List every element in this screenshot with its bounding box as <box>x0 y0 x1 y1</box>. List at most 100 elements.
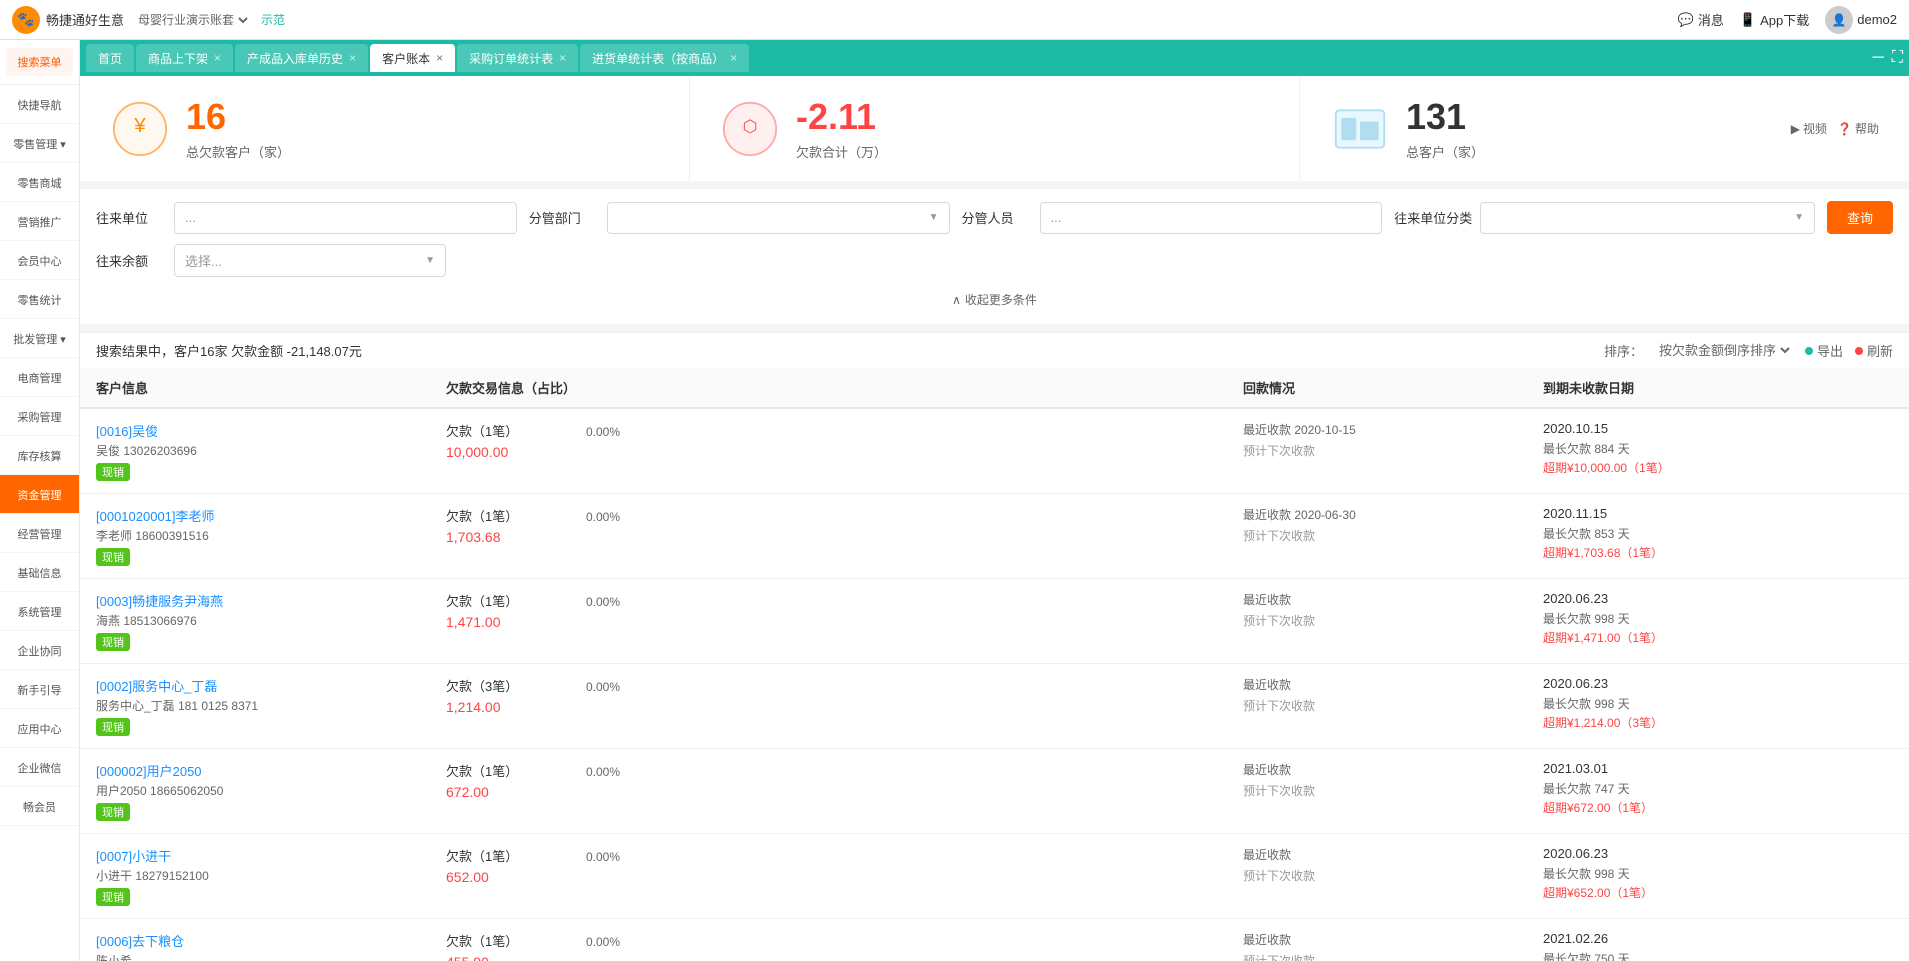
app-download-btn[interactable]: 📱 App下载 <box>1740 10 1809 29</box>
table-row: [0006]去下粮仓 陈小希 现销 欠款（1笔） 455.90 0.00% <box>80 919 1909 961</box>
customer-name[interactable]: [0002]服务中心_丁磊 <box>96 676 446 695</box>
customer-name[interactable]: [000002]用户2050 <box>96 761 446 780</box>
tab-goods-stats[interactable]: 进货单统计表（按商品） × <box>580 44 749 72</box>
overdue-link[interactable]: 超期¥1,214.00（3笔） <box>1543 714 1893 731</box>
filter-section: 往来单位 ... 分管部门 ▼ <box>80 189 1909 324</box>
logo-icon: 🐾 <box>12 6 40 34</box>
customer-name[interactable]: [0007]小进干 <box>96 846 446 865</box>
table-row: [0002]服务中心_丁磊 服务中心_丁磊 181 0125 8371 现销 欠… <box>80 664 1909 749</box>
customer-name[interactable]: [0001020001]李老师 <box>96 506 446 525</box>
table-header: 客户信息 欠款交易信息（占比） 回款情况 到期未收款日期 <box>80 368 1909 409</box>
debt-cell: 欠款（1笔） 652.00 0.00% <box>446 846 1243 885</box>
sidebar-item-wholesale[interactable]: 批发管理 ▾ <box>0 319 79 358</box>
customer-phone: 用户2050 18665062050 <box>96 782 446 799</box>
sidebar-item-finance[interactable]: 资金管理 <box>0 475 79 514</box>
tab-close-icon[interactable]: × <box>349 51 356 65</box>
tab-home[interactable]: 首页 <box>86 44 134 72</box>
filter-dept-select[interactable]: ▼ <box>607 202 950 234</box>
collapse-btn[interactable]: ∧ 收起更多条件 <box>96 287 1893 312</box>
stat-card-total-customers: 131 总客户（家） ▶ 视频 ❓ 帮助 <box>1300 76 1909 181</box>
user-avatar-btn[interactable]: 👤 demo2 <box>1825 6 1897 34</box>
customer-phone: 陈小希 <box>96 952 446 961</box>
stats-section: ¥ 16 总欠款客户（家） ⬡ <box>80 76 1909 181</box>
overdue-link[interactable]: 超期¥1,471.00（1笔） <box>1543 629 1893 646</box>
message-btn[interactable]: 💬 消息 <box>1678 10 1724 29</box>
filter-customer-input[interactable]: ... <box>174 202 517 234</box>
recovery-cell: 最近收款 2020-06-30 预计下次收款 <box>1243 506 1543 544</box>
sidebar-item-basic-info[interactable]: 基础信息 <box>0 553 79 592</box>
filter-category-label: 往来单位分类 <box>1394 208 1472 227</box>
video-btn[interactable]: ▶ 视频 <box>1791 120 1827 137</box>
search-menu-btn[interactable]: 搜索菜单 <box>6 48 73 76</box>
recovery-cell: 最近收款 2020-10-15 预计下次收款 <box>1243 421 1543 459</box>
sidebar-item-marketing[interactable]: 营销推广 <box>0 202 79 241</box>
filter-balance-select[interactable]: 选择... ▼ <box>174 244 446 277</box>
overdue-link[interactable]: 超期¥672.00（1笔） <box>1543 799 1893 816</box>
sidebar-item-purchase[interactable]: 采购管理 <box>0 397 79 436</box>
sidebar-item-guide[interactable]: 新手引导 <box>0 670 79 709</box>
customer-info-cell: [0016]吴俊 吴俊 13026203696 现销 <box>96 421 446 481</box>
debt-cell: 欠款（3笔） 1,214.00 0.00% <box>446 676 1243 715</box>
sort-label: 排序： <box>1604 341 1643 360</box>
col-customer-info: 客户信息 <box>96 378 446 397</box>
filter-person-input[interactable]: ... <box>1040 202 1383 234</box>
filter-person-label: 分管人员 <box>962 208 1032 227</box>
refresh-btn[interactable]: 刷新 <box>1855 341 1893 360</box>
tab-close-icon[interactable]: × <box>730 51 737 65</box>
sidebar-item-member[interactable]: 畅会员 <box>0 787 79 826</box>
tab-purchase-stats[interactable]: 采购订单统计表 × <box>457 44 578 72</box>
overdue-link[interactable]: 超期¥1,703.68（1笔） <box>1543 544 1893 561</box>
sort-select[interactable]: 按欠款金额倒序排序 <box>1655 342 1793 359</box>
video-icon: ▶ <box>1791 122 1800 136</box>
filter-row-1: 往来单位 ... 分管部门 ▼ <box>96 201 1893 234</box>
table-container: 客户信息 欠款交易信息（占比） 回款情况 到期未收款日期 [0016]吴俊 吴俊… <box>80 368 1909 961</box>
debt-cell: 欠款（1笔） 672.00 0.00% <box>446 761 1243 800</box>
sidebar-item-collab[interactable]: 企业协同 <box>0 631 79 670</box>
sidebar-item-retail-stats[interactable]: 零售统计 <box>0 280 79 319</box>
overdue-link[interactable]: 超期¥652.00（1笔） <box>1543 884 1893 901</box>
sidebar-item-ecommerce[interactable]: 电商管理 <box>0 358 79 397</box>
tab-customer-account[interactable]: 客户账本 × <box>370 44 455 72</box>
tab-minimize-icon[interactable]: ─ <box>1872 49 1883 67</box>
sidebar-item-quick-nav[interactable]: 快捷导航 <box>0 85 79 124</box>
tab-close-icon[interactable]: × <box>559 51 566 65</box>
overdue-cell: 2020.10.15 最长欠款 884 天 超期¥10,000.00（1笔） <box>1543 421 1893 476</box>
debt-cell: 欠款（1笔） 1,703.68 0.00% <box>446 506 1243 545</box>
tenant-select[interactable]: 母婴行业演示账套 <box>134 12 251 28</box>
tab-bar: 首页 商品上下架 × 产成品入库单历史 × 客户账本 × 采购订单统计表 × <box>80 40 1909 76</box>
tab-close-icon[interactable]: × <box>214 51 221 65</box>
customer-name[interactable]: [0006]去下粮仓 <box>96 931 446 950</box>
sidebar-item-retail-management[interactable]: 零售管理 ▾ <box>0 124 79 163</box>
tab-product-listing[interactable]: 商品上下架 × <box>136 44 233 72</box>
customer-tag: 现销 <box>96 633 130 651</box>
tab-maximize-icon[interactable]: ⛶ <box>1892 49 1903 67</box>
top-bar: 🐾 畅捷通好生意 母婴行业演示账套 示范 💬 消息 📱 App下载 👤 demo… <box>0 0 1909 40</box>
query-button[interactable]: 查询 <box>1827 201 1893 234</box>
content-area: ¥ 16 总欠款客户（家） ⬡ <box>80 76 1909 961</box>
sidebar-item-inventory[interactable]: 库存核算 <box>0 436 79 475</box>
customer-name[interactable]: [0003]畅捷服务尹海燕 <box>96 591 446 610</box>
tab-close-icon[interactable]: × <box>436 51 443 65</box>
filter-customer-label: 往来单位 <box>96 208 166 227</box>
customer-phone: 海燕 18513066976 <box>96 612 446 629</box>
tab-finished-goods[interactable]: 产成品入库单历史 × <box>235 44 368 72</box>
demo-link[interactable]: 示范 <box>261 11 285 28</box>
sidebar-item-operations[interactable]: 经营管理 <box>0 514 79 553</box>
sidebar-item-membership[interactable]: 会员中心 <box>0 241 79 280</box>
customer-name[interactable]: [0016]吴俊 <box>96 421 446 440</box>
sidebar-item-retail-mall[interactable]: 零售商城 <box>0 163 79 202</box>
sidebar-item-wechat[interactable]: 企业微信 <box>0 748 79 787</box>
overdue-link[interactable]: 超期¥10,000.00（1笔） <box>1543 459 1893 476</box>
help-btn[interactable]: ❓ 帮助 <box>1837 120 1879 137</box>
sidebar-item-apps[interactable]: 应用中心 <box>0 709 79 748</box>
logo-area: 🐾 畅捷通好生意 <box>12 6 124 34</box>
stat-debtors-number: 16 <box>186 96 290 138</box>
sidebar-item-system[interactable]: 系统管理 <box>0 592 79 631</box>
customer-tag: 现销 <box>96 463 130 481</box>
stat-card-actions: ▶ 视频 ❓ 帮助 <box>1791 120 1879 137</box>
debtors-icon: ¥ <box>110 99 170 159</box>
refresh-icon <box>1855 347 1863 355</box>
export-btn[interactable]: 导出 <box>1805 341 1843 360</box>
filter-category-select[interactable]: ▼ <box>1480 202 1815 234</box>
overdue-cell: 2021.03.01 最长欠款 747 天 超期¥672.00（1笔） <box>1543 761 1893 816</box>
